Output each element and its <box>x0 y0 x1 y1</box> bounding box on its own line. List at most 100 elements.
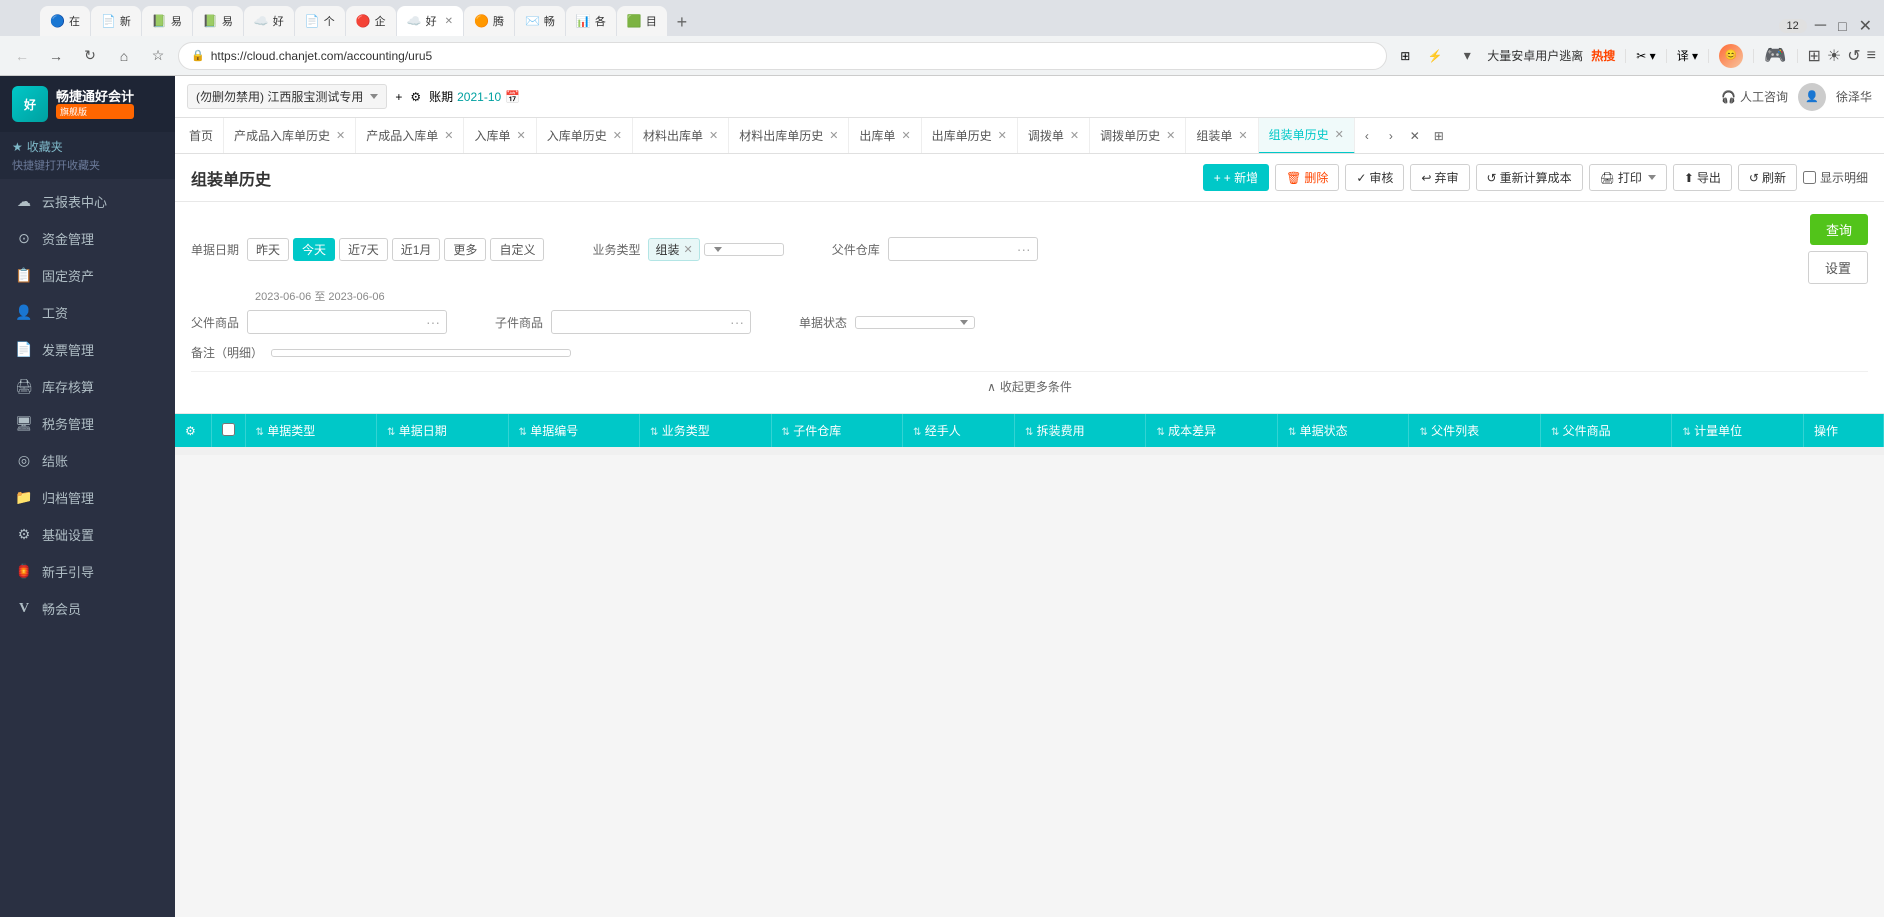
sidebar-item-salary[interactable]: 👤 工资 <box>0 294 175 331</box>
close-in-order[interactable]: ✕ <box>517 129 526 142</box>
date-today[interactable]: 今天 <box>293 238 335 261</box>
back-button[interactable]: ← <box>8 42 36 70</box>
page-tab-home[interactable]: 首页 <box>179 118 224 154</box>
sidebar-item-checkout[interactable]: ◎ 结账 <box>0 442 175 479</box>
period-add[interactable]: + <box>395 90 402 104</box>
browser-tab-6[interactable]: 📄 个 <box>295 6 345 36</box>
page-tab-adjust[interactable]: 调拨单 ✕ <box>1018 118 1090 154</box>
close-adjust[interactable]: ✕ <box>1070 129 1079 142</box>
gamepad-button[interactable]: 🎮 <box>1764 45 1786 66</box>
gear-icon[interactable]: ⚙ <box>410 90 421 104</box>
child-goods-dots[interactable]: ··· <box>730 314 744 330</box>
biz-type-chip-remove[interactable]: ✕ <box>683 243 692 256</box>
collapse-bar[interactable]: ∧ 收起更多条件 <box>191 371 1868 401</box>
select-all-checkbox[interactable] <box>222 423 235 436</box>
th-bill-no[interactable]: ⇅ 单据编号 <box>508 414 640 447</box>
audit-button[interactable]: ✓ 审核 <box>1345 164 1404 191</box>
browser-tab-9[interactable]: 🟠 腾 <box>464 6 514 36</box>
avatar[interactable]: 👤 <box>1798 83 1826 111</box>
th-unit[interactable]: ⇅ 计量单位 <box>1672 414 1804 447</box>
page-tab-assemble[interactable]: 组装单 ✕ <box>1186 118 1258 154</box>
date-yesterday[interactable]: 昨天 <box>247 238 289 261</box>
th-bill-type[interactable]: ⇅ 单据类型 <box>245 414 377 447</box>
window-close[interactable]: ✕ <box>1855 16 1876 36</box>
close-mat-out[interactable]: ✕ <box>709 129 718 142</box>
close-prod-in[interactable]: ✕ <box>444 129 453 142</box>
parent-goods-dots[interactable]: ··· <box>426 314 440 330</box>
sidebar-item-member[interactable]: V 畅会员 <box>0 590 175 627</box>
page-tab-out-order[interactable]: 出库单 ✕ <box>849 118 921 154</box>
refresh-button[interactable]: ↺ 刷新 <box>1738 164 1797 191</box>
th-cost-diff[interactable]: ⇅ 成本差异 <box>1146 414 1278 447</box>
sidebar-item-guide[interactable]: 🏮 新手引导 <box>0 553 175 590</box>
close-assemble[interactable]: ✕ <box>1238 129 1247 142</box>
close-in-hist[interactable]: ✕ <box>613 129 622 142</box>
browser-tab-8-close[interactable]: ✕ <box>445 16 453 27</box>
cut-tool[interactable]: ✂ ▾ <box>1636 49 1655 63</box>
th-parent-goods[interactable]: ⇅ 父件商品 <box>1540 414 1672 447</box>
sidebar-item-invoice[interactable]: 📄 发票管理 <box>0 331 175 368</box>
page-tab-assemble-hist[interactable]: 组装单历史 ✕ <box>1259 118 1355 154</box>
browser-tab-3[interactable]: 📗 易 <box>142 6 192 36</box>
date-1month[interactable]: 近1月 <box>392 238 441 261</box>
browser-tab-11[interactable]: 📊 各 <box>566 6 616 36</box>
th-settings[interactable]: ⚙ <box>175 414 211 447</box>
page-tab-in-hist[interactable]: 入库单历史 ✕ <box>537 118 633 154</box>
th-checkbox[interactable] <box>211 414 245 447</box>
browser-tab-12[interactable]: 🟩 目 <box>617 6 667 36</box>
dropdown-button[interactable]: ▾ <box>1453 42 1481 70</box>
undo-button[interactable]: ↺ <box>1847 46 1860 66</box>
show-detail-checkbox[interactable] <box>1803 171 1816 184</box>
bill-status-select[interactable] <box>855 316 975 329</box>
window-max[interactable]: □ <box>1834 18 1850 34</box>
biz-type-dropdown[interactable] <box>704 243 784 256</box>
close-out-order[interactable]: ✕ <box>901 129 910 142</box>
close-mat-out-hist[interactable]: ✕ <box>829 129 838 142</box>
close-out-hist[interactable]: ✕ <box>998 129 1007 142</box>
tab-next-button[interactable]: › <box>1379 124 1403 148</box>
page-tab-prod-in[interactable]: 产成品入库单 ✕ <box>356 118 464 154</box>
date-custom[interactable]: 自定义 <box>490 238 544 261</box>
company-selector[interactable]: (勿删勿禁用) 江西服宝测试专用 <box>187 84 387 109</box>
sidebar-item-settings[interactable]: ⚙ 基础设置 <box>0 516 175 553</box>
new-tab-button[interactable]: + <box>668 8 696 36</box>
browser-tab-1[interactable]: 🔵 在 <box>40 6 90 36</box>
brightness-button[interactable]: ☀ <box>1827 46 1841 66</box>
browser-tab-7[interactable]: 🔴 企 <box>346 6 396 36</box>
page-tab-prod-in-hist[interactable]: 产成品入库单历史 ✕ <box>224 118 356 154</box>
recalc-button[interactable]: ↺ 重新计算成本 <box>1476 164 1583 191</box>
sidebar-item-inventory[interactable]: 🖨 库存核算 <box>0 368 175 405</box>
sidebar-item-fixed-assets[interactable]: 📋 固定资产 <box>0 257 175 294</box>
delete-button[interactable]: 🗑 删除 <box>1275 164 1339 191</box>
close-prod-in-hist[interactable]: ✕ <box>336 129 345 142</box>
browser-tab-8[interactable]: ☁️ 好 ✕ <box>397 6 463 36</box>
abandon-button[interactable]: ↩ 弃审 <box>1410 164 1469 191</box>
child-goods-input[interactable]: ··· <box>551 310 751 334</box>
page-tab-mat-out[interactable]: 材料出库单 ✕ <box>633 118 729 154</box>
window-min[interactable]: ─ <box>1811 17 1830 35</box>
close-assemble-hist[interactable]: ✕ <box>1335 128 1344 141</box>
th-bill-date[interactable]: ⇅ 单据日期 <box>377 414 509 447</box>
home-button[interactable]: ⌂ <box>110 42 138 70</box>
tab-prev-button[interactable]: ‹ <box>1355 124 1379 148</box>
url-bar[interactable]: 🔒 https://cloud.chanjet.com/accounting/u… <box>178 42 1387 70</box>
sidebar-item-archive[interactable]: 📁 归档管理 <box>0 479 175 516</box>
page-tab-mat-out-hist[interactable]: 材料出库单历史 ✕ <box>729 118 849 154</box>
calendar-icon[interactable]: 📅 <box>505 90 520 104</box>
th-disassemble-fee[interactable]: ⇅ 拆装费用 <box>1014 414 1146 447</box>
page-tab-in-order[interactable]: 入库单 ✕ <box>464 118 536 154</box>
parent-goods-input[interactable]: ··· <box>247 310 447 334</box>
new-button[interactable]: + + 新增 <box>1203 164 1269 191</box>
sidebar-favorites[interactable]: ★ 收藏夹 快捷键打开收藏夹 <box>0 132 175 179</box>
horizontal-scrollbar[interactable] <box>175 447 1884 455</box>
close-adjust-hist[interactable]: ✕ <box>1166 129 1175 142</box>
sidebar-item-capital[interactable]: ⊙ 资金管理 <box>0 220 175 257</box>
emoji-button[interactable]: 😊 <box>1719 44 1743 68</box>
show-detail-area[interactable]: 显示明细 <box>1803 169 1868 186</box>
date-7days[interactable]: 近7天 <box>339 238 388 261</box>
bookmark-button[interactable]: ☆ <box>144 42 172 70</box>
browser-tab-2[interactable]: 📄 新 <box>91 6 141 36</box>
menu-button[interactable]: ≡ <box>1867 47 1876 65</box>
th-bill-status[interactable]: ⇅ 单据状态 <box>1277 414 1409 447</box>
translate-tool[interactable]: 译 ▾ <box>1677 47 1698 64</box>
